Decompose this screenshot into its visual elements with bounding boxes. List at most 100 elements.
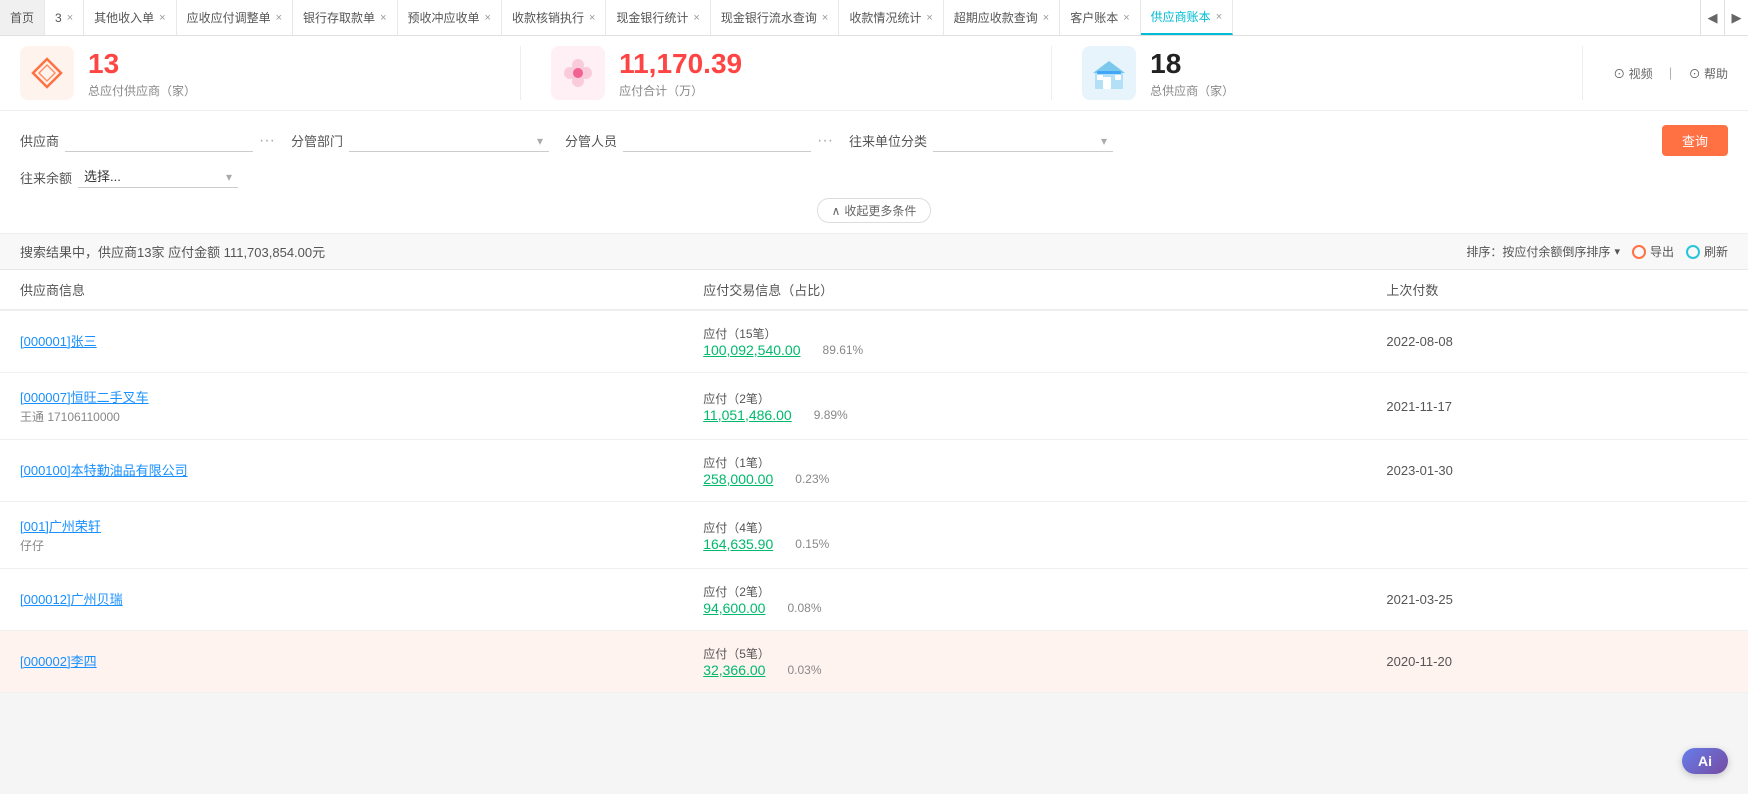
video-link[interactable]: ⊙ 视频 [1613, 65, 1652, 82]
nav-tab-collection-stats[interactable]: 收款情况统计 × [839, 0, 943, 35]
nav-tab-customer-ledger[interactable]: 客户账本 × [1060, 0, 1140, 35]
nav-tab-collection-stats-close[interactable]: × [926, 12, 932, 24]
stat-info-payable-total: 11,170.39 应付合计（万） [619, 47, 742, 100]
nav-tab-cash-flow-query-label: 现金银行流水查询 [721, 9, 817, 26]
collapse-up-icon: ∧ [832, 204, 841, 218]
nav-tab-ar-ap-adjust-close[interactable]: × [276, 12, 282, 24]
table-row: [000002]李四 应付（5笔） 32,366.00 0.03% 2020-1… [0, 631, 1748, 693]
supplier-link-4[interactable]: [000012]广州贝瑞 [20, 592, 123, 607]
person-label: 分管人员 [565, 131, 617, 150]
help-link[interactable]: ⊙ 帮助 [1689, 65, 1728, 82]
nav-tab-prepay-collection[interactable]: 预收冲应收单 × [398, 0, 502, 35]
nav-tab-collection-verify-close[interactable]: × [589, 12, 595, 24]
col-header-last-pay: 上次付数 [1386, 280, 1728, 299]
payable-amount-3[interactable]: 164,635.90 [703, 536, 773, 552]
nav-tab-customer-ledger-label: 客户账本 [1070, 9, 1118, 26]
sort-control[interactable]: 排序：按应付余额倒序排序 ▾ [1466, 243, 1620, 260]
filter-area: 供应商 ··· 分管部门 分管人员 ··· 往来单位分类 查询 [0, 111, 1748, 234]
nav-tab-other-income-label: 其他收入单 [94, 9, 154, 26]
stat-info-suppliers-payable: 13 总应付供应商（家） [88, 47, 196, 100]
payable-label-1: 应付（2笔） [703, 390, 1386, 407]
nav-tab-bank-deposit[interactable]: 银行存取款单 × [293, 0, 397, 35]
summary-bar: 搜索结果中，供应商13家 应付金额 111,703,854.00元 排序：按应付… [0, 234, 1748, 270]
payable-amount-0[interactable]: 100,092,540.00 [703, 342, 800, 358]
payable-label-3: 应付（4笔） [703, 519, 1386, 536]
payable-cell-5: 应付（5笔） 32,366.00 0.03% [703, 645, 1386, 678]
payable-amount-1[interactable]: 11,051,486.00 [703, 407, 792, 423]
nav-tab-supplier-ledger[interactable]: 供应商账本 × [1141, 0, 1233, 35]
supplier-link-3[interactable]: [001]广州荣轩 [20, 519, 101, 534]
nav-tab-cash-bank-stats[interactable]: 现金银行统计 × [606, 0, 710, 35]
search-button[interactable]: 查询 [1662, 125, 1728, 156]
supplier-link-0[interactable]: [000001]张三 [20, 334, 97, 349]
payable-pct-1: 9.89% [814, 408, 848, 422]
nav-tab-overdue-query[interactable]: 超期应收款查询 × [944, 0, 1060, 35]
collapse-row: ∧ 收起更多条件 [20, 198, 1728, 223]
stat-icon-flower [551, 46, 605, 100]
ai-badge-label: Ai [1698, 753, 1712, 769]
supplier-name-4: 广州贝瑞 [71, 592, 123, 607]
person-ellipsis[interactable]: ··· [817, 132, 833, 150]
payable-cell-2: 应付（1笔） 258,000.00 0.23% [703, 454, 1386, 487]
balance-select[interactable]: 选择... [78, 166, 238, 188]
nav-tab-prepay-collection-close[interactable]: × [485, 12, 491, 24]
supplier-link-1[interactable]: [000007]恒旺二手叉车 [20, 390, 149, 405]
stat-number-total-suppliers: 18 [1150, 47, 1234, 81]
payable-amount-5[interactable]: 32,366.00 [703, 662, 765, 678]
payable-pct-0: 89.61% [823, 343, 864, 357]
nav-arrow-group: ◀ ▶ [1700, 0, 1748, 36]
category-select[interactable] [933, 130, 1113, 152]
stat-label-total-suppliers: 总供应商（家） [1150, 82, 1234, 99]
supplier-label: 供应商 [20, 131, 59, 150]
ai-badge[interactable]: Ai [1682, 748, 1728, 774]
nav-tab-other-income[interactable]: 其他收入单 × [84, 0, 176, 35]
last-pay-4: 2021-03-25 [1386, 592, 1728, 607]
nav-tab-overdue-query-close[interactable]: × [1043, 12, 1049, 24]
stat-number-payable-total: 11,170.39 [619, 47, 742, 81]
filter-balance: 往来余额 选择... [20, 166, 238, 188]
nav-tab-home[interactable]: 首页 [0, 0, 45, 35]
payable-amount-4[interactable]: 94,600.00 [703, 600, 765, 616]
supplier-cell-1: [000007]恒旺二手叉车 王通 17106110000 [20, 387, 703, 425]
person-input[interactable] [623, 130, 811, 152]
nav-tab-ar-ap-adjust[interactable]: 应收应付调整单 × [177, 0, 293, 35]
nav-tab-customer-ledger-close[interactable]: × [1123, 12, 1129, 24]
export-button[interactable]: 导出 [1632, 243, 1674, 260]
nav-tab-3-label: 3 [55, 11, 62, 25]
last-pay-2: 2023-01-30 [1386, 463, 1728, 478]
nav-tab-cash-flow-query-close[interactable]: × [822, 12, 828, 24]
payable-amount-2[interactable]: 258,000.00 [703, 471, 773, 487]
nav-next-arrow[interactable]: ▶ [1724, 0, 1748, 36]
supplier-input[interactable] [65, 130, 253, 152]
nav-prev-arrow[interactable]: ◀ [1700, 0, 1724, 36]
supplier-link-5[interactable]: [000002]李四 [20, 654, 97, 669]
nav-tab-3[interactable]: 3 × [45, 0, 84, 35]
export-label: 导出 [1650, 243, 1674, 260]
supplier-cell-0: [000001]张三 [20, 331, 703, 352]
stats-bar: 13 总应付供应商（家） 11,170.39 应付合计（万） [0, 36, 1748, 111]
nav-tab-bank-deposit-close[interactable]: × [380, 12, 386, 24]
stat-icon-diamond [20, 46, 74, 100]
nav-tab-supplier-ledger-close[interactable]: × [1216, 11, 1222, 23]
nav-tab-other-income-close[interactable]: × [159, 12, 165, 24]
top-navigation: 首页 3 × 其他收入单 × 应收应付调整单 × 银行存取款单 × 预收冲应收单… [0, 0, 1748, 36]
payable-pct-2: 0.23% [795, 472, 829, 486]
nav-tab-cash-flow-query[interactable]: 现金银行流水查询 × [711, 0, 839, 35]
stat-number-suppliers-payable: 13 [88, 47, 196, 81]
dept-select[interactable] [349, 130, 549, 152]
nav-tab-collection-verify[interactable]: 收款核销执行 × [502, 0, 606, 35]
collapse-button[interactable]: ∧ 收起更多条件 [817, 198, 932, 223]
stat-label-suppliers-payable: 总应付供应商（家） [88, 82, 196, 99]
video-icon: ⊙ [1613, 67, 1625, 81]
supplier-ellipsis[interactable]: ··· [259, 132, 275, 150]
filter-person: 分管人员 ··· [565, 130, 833, 152]
supplier-link-2[interactable]: [000100]本特勤油品有限公司 [20, 463, 188, 478]
filter-row-1: 供应商 ··· 分管部门 分管人员 ··· 往来单位分类 查询 [20, 125, 1728, 156]
collapse-btn-label: 收起更多条件 [844, 202, 916, 219]
stat-card-suppliers-payable: 13 总应付供应商（家） [20, 46, 521, 100]
supplier-code-4: [000012] [20, 592, 71, 607]
payable-cell-3: 应付（4笔） 164,635.90 0.15% [703, 519, 1386, 552]
nav-tab-cash-bank-stats-close[interactable]: × [693, 12, 699, 24]
nav-tab-3-close[interactable]: × [67, 12, 73, 24]
refresh-button[interactable]: 刷新 [1686, 243, 1728, 260]
